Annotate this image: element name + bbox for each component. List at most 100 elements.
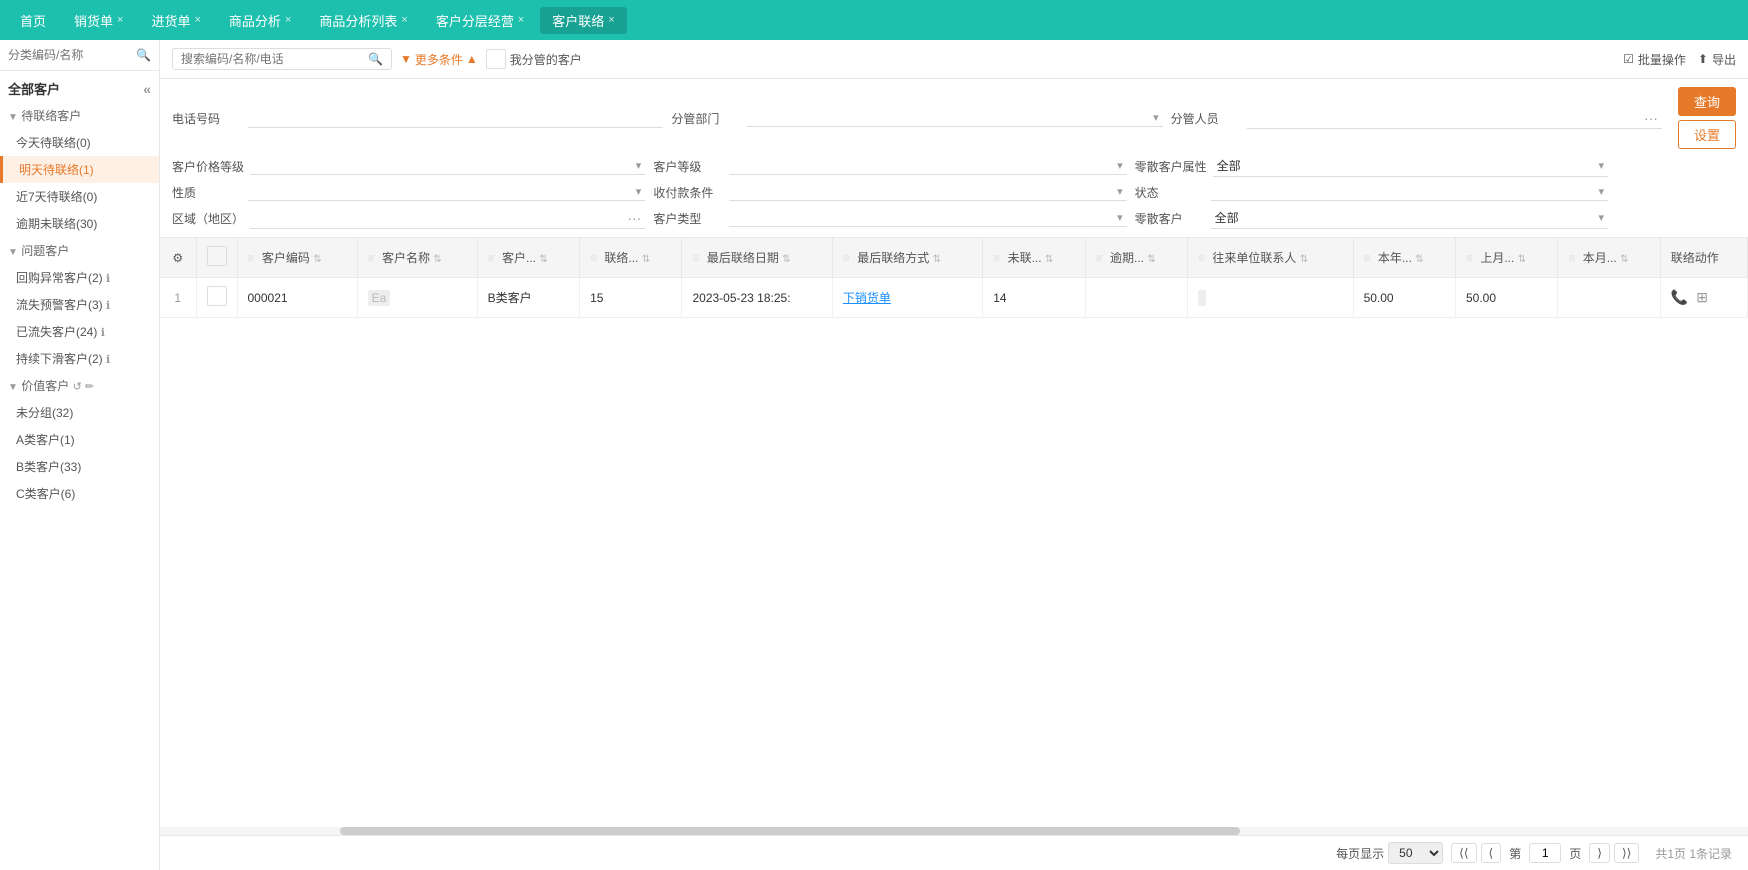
last-method-link[interactable]: 下销货单 [843, 291, 891, 305]
sidebar-item-today[interactable]: 今天待联络(0) [0, 129, 159, 156]
nav-product-list-close[interactable]: × [401, 14, 407, 26]
col-this-year[interactable]: ≡ 本年... ⇅ [1353, 238, 1455, 278]
col-this-month[interactable]: ≡ 本月... ⇅ [1558, 238, 1660, 278]
col-last-month[interactable]: ≡ 上月... ⇅ [1455, 238, 1557, 278]
col-name[interactable]: ≡ 客户名称 ⇅ [357, 238, 477, 278]
cell-last-method[interactable]: 下销货单 [832, 278, 982, 318]
sort-icon-unlisted: ⇅ [1045, 254, 1053, 265]
last-page-btn[interactable]: ⟩⟩ [1614, 843, 1639, 863]
cell-checkbox[interactable] [196, 278, 237, 318]
export-btn[interactable]: ⬆ 导出 [1698, 51, 1736, 68]
filter-person-label: 分管人员 [1171, 110, 1241, 127]
nav-product-analysis-list[interactable]: 商品分析列表 × [307, 7, 419, 34]
col-name-label: 客户名称 [382, 251, 430, 265]
select-all-checkbox[interactable] [207, 246, 227, 266]
nav-customer-contact-close[interactable]: × [608, 14, 614, 26]
sidebar-search-input[interactable] [8, 48, 132, 62]
sidebar-item-class-c[interactable]: C类客户(6) [0, 480, 159, 507]
sidebar-collapse-icon[interactable]: « [143, 81, 151, 97]
filter-customer-type-select[interactable]: ▾ [729, 209, 1126, 227]
col-last-method[interactable]: ≡ 最后联络方式 ⇅ [832, 238, 982, 278]
col-last-date[interactable]: ≡ 最后联络日期 ⇅ [682, 238, 832, 278]
sidebar-item-7days-label: 近7天待联络(0) [16, 190, 97, 204]
my-customers-checkbox[interactable] [486, 49, 506, 69]
sidebar-item-class-a[interactable]: A类客户(1) [0, 426, 159, 453]
sidebar-item-churned[interactable]: 已流失客户(24) ℹ [0, 318, 159, 345]
nav-customer-segment-close[interactable]: × [518, 14, 524, 26]
col-type[interactable]: ≡ 客户... ⇅ [477, 238, 579, 278]
filter-status-select[interactable]: ▾ [1211, 183, 1608, 201]
data-table-container: ⚙ ≡ 客户编码 ⇅ ≡ 客户名称 ⇅ [160, 238, 1748, 827]
sidebar-item-churn-warn-label: 流失预警客户(3) [16, 298, 103, 312]
sidebar-group-pending[interactable]: ▼ 待联络客户 [0, 102, 159, 129]
nav-customer-contact[interactable]: 客户联络 × [540, 7, 626, 34]
col-overdue[interactable]: ≡ 逾期... ⇅ [1085, 238, 1187, 278]
nav-product-analysis-close[interactable]: × [285, 14, 291, 26]
col-contacts2[interactable]: ≡ 往来单位联系人 ⇅ [1188, 238, 1354, 278]
filter-nature-label: 性质 [172, 184, 242, 201]
col-contacts[interactable]: ≡ 联络... ⇅ [580, 238, 682, 278]
nav-sales-close[interactable]: × [117, 14, 123, 26]
page-size-select[interactable]: 50 20 100 [1388, 842, 1443, 864]
filter-dept-select[interactable]: ▾ [747, 109, 1162, 127]
filter-nature-select[interactable]: ▾ [248, 183, 645, 201]
sidebar-search-icon[interactable]: 🔍 [136, 48, 151, 62]
filter-payment-select[interactable]: ▾ [729, 183, 1126, 201]
prev-page-btn[interactable]: ⟨ [1481, 843, 1502, 863]
col-code[interactable]: ≡ 客户编码 ⇅ [237, 238, 357, 278]
col-action: 联络动作 [1660, 238, 1747, 278]
phone-icon[interactable]: 📞 [1671, 289, 1688, 306]
row-checkbox[interactable] [207, 286, 227, 306]
sidebar-item-class-b[interactable]: B类客户(33) [0, 453, 159, 480]
settings-icon[interactable]: ⚙ [172, 251, 183, 265]
sidebar-item-ungroup[interactable]: 未分组(32) [0, 399, 159, 426]
search-input[interactable] [181, 52, 364, 66]
filter-scatter-attr-select[interactable]: 全部 ▾ [1213, 155, 1608, 177]
filter-phone-input[interactable] [248, 109, 663, 128]
sidebar-item-overdue[interactable]: 逾期未联络(30) [0, 210, 159, 237]
first-page-btn[interactable]: ⟨⟨ [1451, 843, 1476, 863]
my-customers-filter[interactable]: 我分管的客户 [486, 49, 582, 69]
nav-purchase-order[interactable]: 进货单 × [139, 7, 212, 34]
search-field[interactable]: 🔍 [172, 48, 392, 70]
search-icon[interactable]: 🔍 [368, 52, 383, 66]
sidebar-item-abnormal[interactable]: 回购异常客户(2) ℹ [0, 264, 159, 291]
sidebar-group-value[interactable]: ▼ 价值客户 ↺ ✏ [0, 372, 159, 399]
query-button[interactable]: 查询 [1678, 87, 1736, 116]
sidebar-item-7days[interactable]: 近7天待联络(0) [0, 183, 159, 210]
grid-icon[interactable]: ⊞ [1696, 289, 1708, 306]
sidebar-group-problem[interactable]: ▼ 问题客户 [0, 237, 159, 264]
sidebar-all-customers-label: 全部客户 [8, 79, 60, 98]
col-unlisted[interactable]: ≡ 未联... ⇅ [983, 238, 1085, 278]
nav-sales-order[interactable]: 销货单 × [62, 7, 135, 34]
filter-customer-level-select[interactable]: ▾ [729, 157, 1126, 175]
sidebar-all-customers[interactable]: 全部客户 « [0, 71, 159, 102]
filter-customer-level: 客户等级 ▾ [653, 157, 1126, 175]
filter-price-select[interactable]: ▾ [250, 157, 645, 175]
sidebar-item-churn-warn[interactable]: 流失预警客户(3) ℹ [0, 291, 159, 318]
sidebar-item-declining[interactable]: 持续下滑客户(2) ℹ [0, 345, 159, 372]
sort-icon-last-method: ⇅ [933, 254, 941, 265]
chevron-down-icon: ▾ [1117, 159, 1123, 172]
nav-home[interactable]: 首页 [8, 7, 58, 34]
horizontal-scrollbar[interactable] [160, 827, 1748, 835]
page-input[interactable] [1529, 843, 1561, 863]
batch-operation-btn[interactable]: ☑ 批量操作 [1623, 51, 1686, 68]
sidebar-item-tomorrow[interactable]: 明天待联络(1) [0, 156, 159, 183]
sidebar-item-overdue-label: 逾期未联络(30) [16, 217, 97, 231]
dots-icon[interactable]: ··· [627, 210, 641, 226]
more-conditions-btn[interactable]: ▼ 更多条件 ▲ [400, 51, 478, 68]
nav-purchase-close[interactable]: × [194, 14, 200, 26]
table-header-row: ⚙ ≡ 客户编码 ⇅ ≡ 客户名称 ⇅ [160, 238, 1748, 278]
dots-icon[interactable]: ··· [1644, 110, 1658, 126]
nav-product-analysis[interactable]: 商品分析 × [217, 7, 303, 34]
filter-scatter-customer-select[interactable]: 全部 ▾ [1211, 207, 1608, 229]
set-button[interactable]: 设置 [1678, 120, 1736, 149]
nav-customer-segment[interactable]: 客户分层经营 × [424, 7, 536, 34]
sidebar-search-bar[interactable]: 🔍 [0, 40, 159, 71]
nav-product-list-label: 商品分析列表 [319, 11, 397, 30]
col-checkbox[interactable] [196, 238, 237, 278]
next-page-btn[interactable]: ⟩ [1589, 843, 1610, 863]
scrollbar-thumb[interactable] [340, 827, 1240, 835]
col-settings[interactable]: ⚙ [160, 238, 196, 278]
